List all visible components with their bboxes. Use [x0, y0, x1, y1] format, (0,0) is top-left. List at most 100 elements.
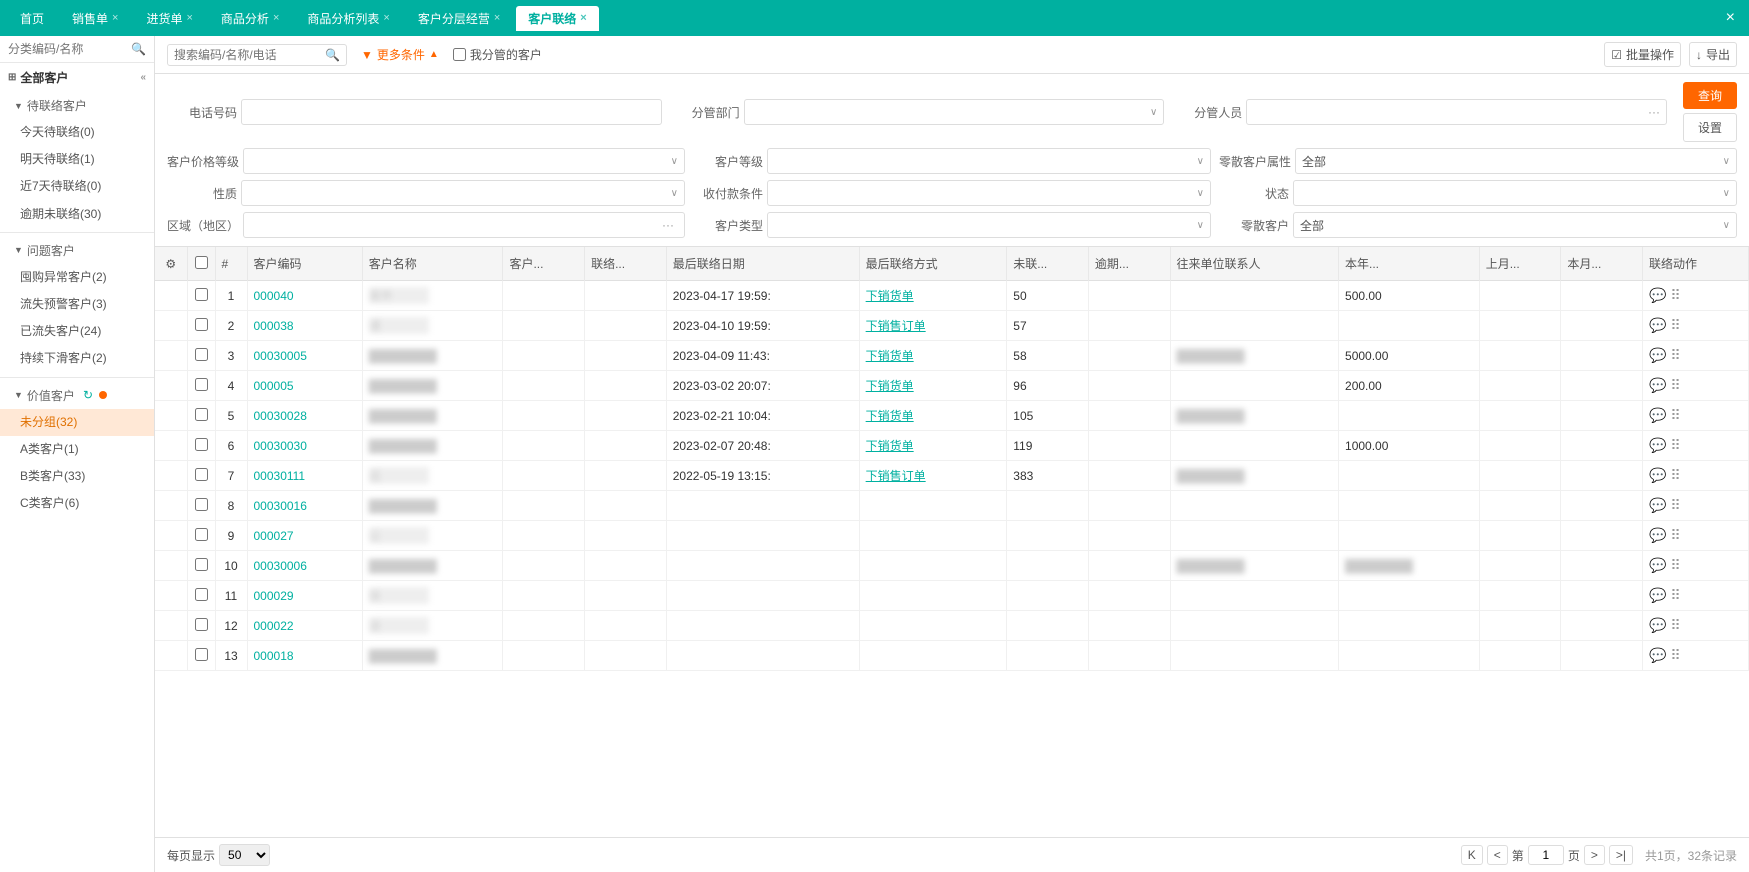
row-checkbox[interactable]	[187, 611, 215, 641]
nav-sales[interactable]: 销售单 ×	[60, 6, 130, 31]
my-customers-checkbox[interactable]: 我分管的客户	[453, 46, 542, 63]
contact-icon[interactable]: 💬	[1649, 587, 1666, 604]
row-checkbox[interactable]	[187, 431, 215, 461]
col-partner[interactable]: 往来单位联系人	[1170, 247, 1338, 281]
sidebar-item-lost[interactable]: 已流失客户(24)	[0, 318, 154, 345]
sidebar-item-declining[interactable]: 持续下滑客户(2)	[0, 345, 154, 372]
row-checkbox[interactable]	[187, 311, 215, 341]
row-checkbox[interactable]	[187, 341, 215, 371]
search-input[interactable]	[174, 48, 321, 62]
col-last-date[interactable]: 最后联络日期	[666, 247, 859, 281]
col-last-method[interactable]: 最后联络方式	[859, 247, 1007, 281]
status-select[interactable]: ∨	[1293, 180, 1737, 206]
row-select[interactable]	[195, 558, 208, 571]
nav-purchase-close[interactable]: ×	[186, 12, 192, 24]
col-customer-type[interactable]: 客户...	[503, 247, 585, 281]
row-code[interactable]: 00030016	[247, 491, 362, 521]
col-checkbox[interactable]	[187, 247, 215, 281]
sidebar-item-ungrouped[interactable]: 未分组(32)	[0, 409, 154, 436]
row-last-method[interactable]: 下销货单	[859, 341, 1007, 371]
query-button[interactable]: 查询	[1683, 82, 1737, 109]
person-select[interactable]: ···	[1246, 99, 1667, 125]
col-settings[interactable]: ⚙	[155, 247, 187, 281]
col-this-month[interactable]: 本月...	[1561, 247, 1643, 281]
row-last-method[interactable]: 下销货单	[859, 371, 1007, 401]
nav-analysis[interactable]: 商品分析 ×	[209, 6, 291, 31]
row-select[interactable]	[195, 318, 208, 331]
settings-icon[interactable]: ⚙	[165, 257, 176, 271]
payment-select[interactable]: ∨	[767, 180, 1211, 206]
contact-icon[interactable]: 💬	[1649, 647, 1666, 664]
sidebar-search-icon[interactable]: 🔍	[131, 42, 146, 56]
contact-icon[interactable]: 💬	[1649, 527, 1666, 544]
nav-sales-close[interactable]: ×	[112, 12, 118, 24]
row-select[interactable]	[195, 528, 208, 541]
area-ellipsis[interactable]: ···	[658, 218, 678, 232]
row-code[interactable]: 00030005	[247, 341, 362, 371]
page-input[interactable]	[1528, 845, 1564, 865]
price-level-select[interactable]: ∨	[243, 148, 685, 174]
contact-icon[interactable]: 💬	[1649, 317, 1666, 334]
col-code[interactable]: 客户编码	[247, 247, 362, 281]
row-last-method[interactable]: 下销售订单	[859, 311, 1007, 341]
row-checkbox[interactable]	[187, 551, 215, 581]
row-code[interactable]: 000038	[247, 311, 362, 341]
row-code[interactable]: 000029	[247, 581, 362, 611]
nav-analysis-list[interactable]: 商品分析列表 ×	[295, 6, 401, 31]
nav-customer-ops[interactable]: 客户分层经营 ×	[406, 6, 512, 31]
nav-customer-contact-close[interactable]: ×	[580, 12, 586, 24]
contact-icon[interactable]: 💬	[1649, 617, 1666, 634]
contact-icon[interactable]: 💬	[1649, 347, 1666, 364]
sidebar-item-7days[interactable]: 近7天待联络(0)	[0, 173, 154, 200]
select-all-checkbox[interactable]	[195, 256, 208, 269]
row-code[interactable]: 00030111	[247, 461, 362, 491]
nav-purchase[interactable]: 进货单 ×	[134, 6, 204, 31]
row-code[interactable]: 00030030	[247, 431, 362, 461]
customer-type-select[interactable]: ∨	[767, 212, 1211, 238]
nature-select[interactable]: ∨	[241, 180, 685, 206]
row-checkbox[interactable]	[187, 581, 215, 611]
row-checkbox[interactable]	[187, 491, 215, 521]
contact-icon[interactable]: 💬	[1649, 437, 1666, 454]
more-icon[interactable]: ⠿	[1670, 617, 1680, 634]
nav-home[interactable]: 首页	[8, 6, 56, 31]
row-select[interactable]	[195, 288, 208, 301]
batch-op-button[interactable]: ☑ 批量操作	[1604, 42, 1681, 67]
row-select[interactable]	[195, 408, 208, 421]
more-icon[interactable]: ⠿	[1670, 377, 1680, 394]
phone-input[interactable]	[241, 99, 662, 125]
more-icon[interactable]: ⠿	[1670, 347, 1680, 364]
reset-button[interactable]: 设置	[1683, 113, 1737, 142]
next-page-button[interactable]: >	[1584, 845, 1605, 865]
sidebar-search-input[interactable]	[8, 42, 127, 56]
more-icon[interactable]: ⠿	[1670, 527, 1680, 544]
row-select[interactable]	[195, 348, 208, 361]
more-icon[interactable]: ⠿	[1670, 437, 1680, 454]
row-checkbox[interactable]	[187, 641, 215, 671]
more-icon[interactable]: ⠿	[1670, 407, 1680, 424]
col-contact[interactable]: 联络...	[585, 247, 667, 281]
more-icon[interactable]: ⠿	[1670, 497, 1680, 514]
window-close-button[interactable]: ×	[1720, 7, 1741, 29]
zero-attr-select[interactable]: 全部 ∨	[1295, 148, 1737, 174]
nav-customer-contact[interactable]: 客户联络 ×	[516, 6, 598, 31]
row-last-method[interactable]	[859, 551, 1007, 581]
row-select[interactable]	[195, 648, 208, 661]
row-code[interactable]: 000018	[247, 641, 362, 671]
row-code[interactable]: 000027	[247, 521, 362, 551]
row-select[interactable]	[195, 618, 208, 631]
row-checkbox[interactable]	[187, 371, 215, 401]
customer-level-select[interactable]: ∨	[767, 148, 1211, 174]
sidebar-search-box[interactable]: 🔍	[0, 36, 154, 63]
sidebar-item-tomorrow[interactable]: 明天待联络(1)	[0, 146, 154, 173]
row-last-method[interactable]: 下销货单	[859, 401, 1007, 431]
page-size-select[interactable]: 50 100 200	[219, 844, 270, 866]
zero-customer-select[interactable]: 全部 ∨	[1293, 212, 1737, 238]
row-select[interactable]	[195, 588, 208, 601]
contact-icon[interactable]: 💬	[1649, 407, 1666, 424]
row-select[interactable]	[195, 438, 208, 451]
sidebar-group-problems[interactable]: ▼ 问题客户	[0, 237, 154, 264]
sidebar-item-class-c[interactable]: C类客户(6)	[0, 490, 154, 517]
sidebar-item-overdue[interactable]: 逾期未联络(30)	[0, 201, 154, 228]
my-customers-check[interactable]	[453, 48, 466, 61]
